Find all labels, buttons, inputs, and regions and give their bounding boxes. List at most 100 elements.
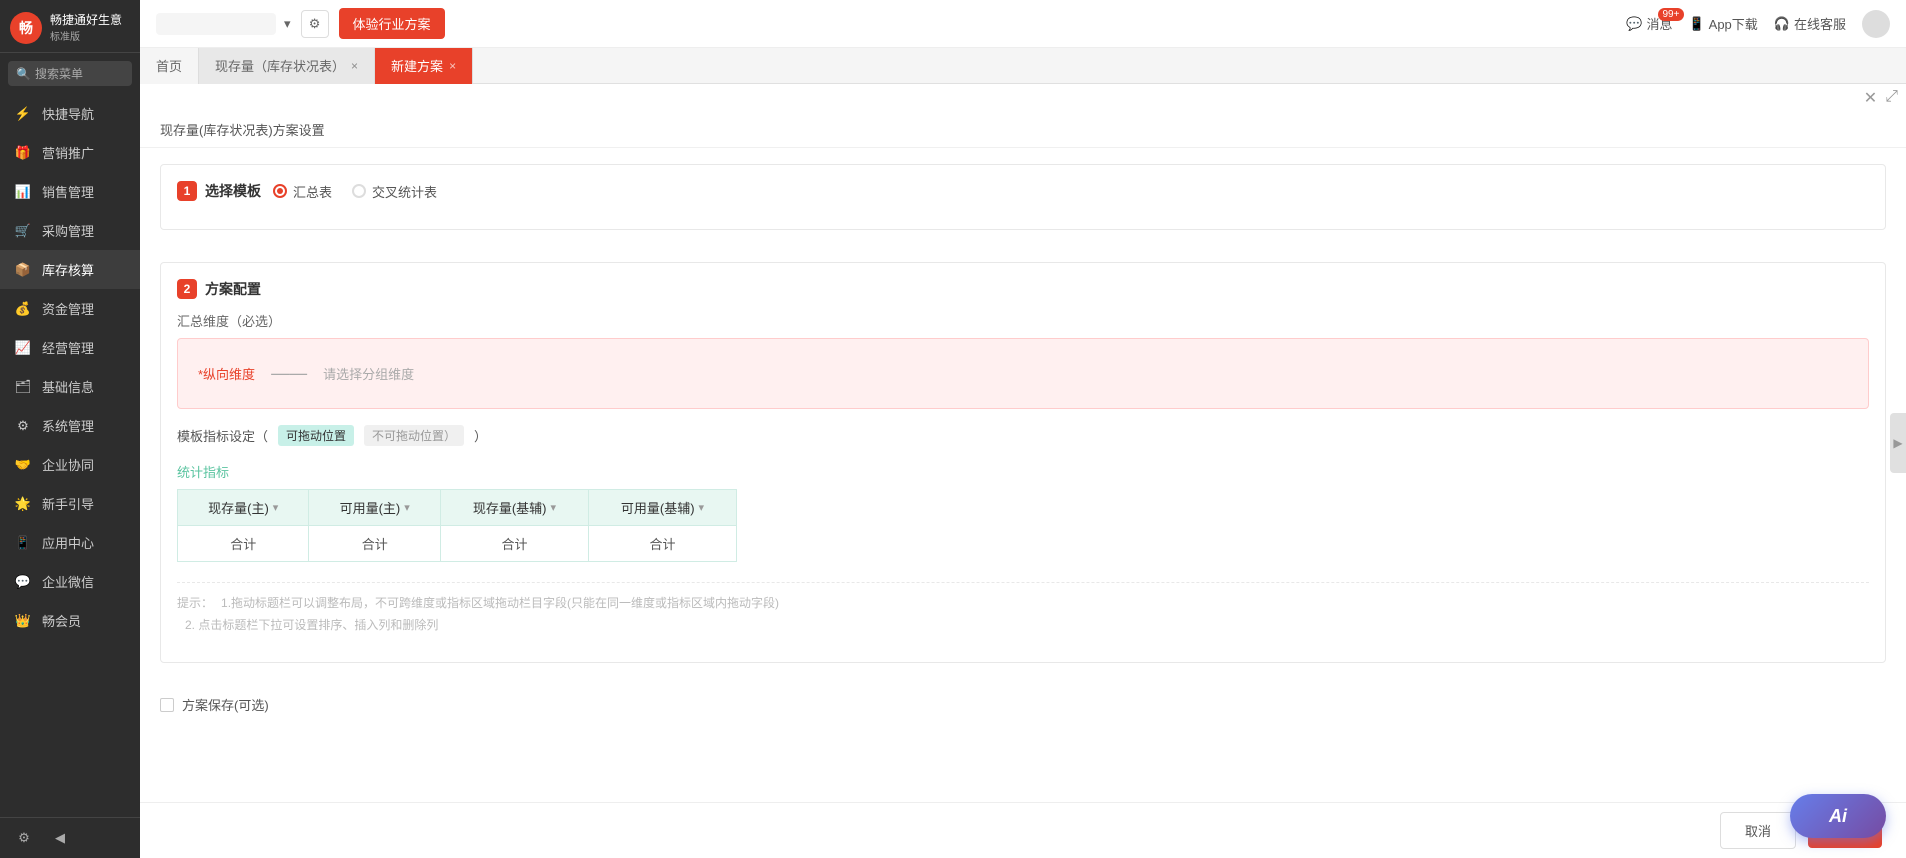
panel-header: 现存量(库存状况表)方案设置 <box>140 108 1906 148</box>
tab-new-scheme-close-icon[interactable]: × <box>449 59 456 73</box>
tab-inventory-status[interactable]: 现存量（库存状况表） × <box>199 48 375 84</box>
tab-inventory-label: 现存量（库存状况表） <box>215 56 345 75</box>
sidebar-item-system[interactable]: ⚙ 系统管理 <box>0 406 140 445</box>
sidebar-item-quick-nav[interactable]: ⚡ 快捷导航 <box>0 94 140 133</box>
user-avatar[interactable] <box>1862 10 1890 38</box>
col0-label: 现存量(主) <box>208 498 269 517</box>
sidebar-item-label: 基础信息 <box>42 377 94 396</box>
save-checkbox-row: 方案保存(可选) <box>160 695 1886 714</box>
stats-col-header-0[interactable]: 现存量(主) ▾ <box>178 490 309 526</box>
save-checkbox-label: 方案保存(可选) <box>182 695 269 714</box>
tips-area: 提示： 1.拖动标题栏可以调整布局，不可跨维度或指标区域拖动栏目字段(只能在同一… <box>177 582 1869 646</box>
sidebar-item-label: 销售管理 <box>42 182 94 201</box>
collapse-footer-icon[interactable]: ◀ <box>50 828 70 848</box>
col3-arrow-icon: ▾ <box>699 501 705 514</box>
sidebar-item-basics[interactable]: 🗂 基础信息 <box>0 367 140 406</box>
online-service-button[interactable]: 🎧 在线客服 <box>1774 14 1846 33</box>
sidebar-item-wechat[interactable]: 💬 企业微信 <box>0 562 140 601</box>
app-name-block: 畅捷通好生意 标准版 <box>50 13 122 44</box>
logo-icon: 畅 <box>10 12 42 44</box>
sidebar-footer: ⚙ ◀ <box>0 817 140 858</box>
dropdown-arrow-icon: ▾ <box>284 16 291 32</box>
col2-dropdown[interactable]: 现存量(基辅) ▾ <box>473 498 556 517</box>
panel-close-icon[interactable]: ✕ <box>1864 88 1877 108</box>
enterprise-icon: 🤝 <box>14 456 32 474</box>
online-service-label: 在线客服 <box>1794 14 1846 33</box>
sidebar-item-label: 系统管理 <box>42 416 94 435</box>
system-icon: ⚙ <box>14 417 32 435</box>
sidebar-item-sales[interactable]: 📊 销售管理 <box>0 172 140 211</box>
industry-solution-button[interactable]: 体验行业方案 <box>339 8 445 39</box>
dimension-area[interactable]: *纵向维度 —— 请选择分组维度 <box>177 338 1869 409</box>
topbar: ▾ ⚙ 体验行业方案 💬 消息 99+ 📱 App下载 🎧 在线客服 <box>140 0 1906 48</box>
stats-col-header-2[interactable]: 现存量(基辅) ▾ <box>440 490 588 526</box>
guide-icon: 🌟 <box>14 495 32 513</box>
col3-dropdown[interactable]: 可用量(基辅) ▾ <box>621 498 704 517</box>
radio-summary-circle <box>273 184 287 198</box>
ai-float-button[interactable]: Ai <box>1790 794 1886 838</box>
radio-cross-circle <box>352 184 366 198</box>
message-icon: 💬 <box>1626 16 1642 32</box>
radio-cross-label: 交叉统计表 <box>372 182 437 201</box>
panel-close-row: ✕ ⤢ <box>140 84 1906 108</box>
dimension-divider: —— <box>271 363 307 384</box>
aggregate-dim-label: 汇总维度（必选） <box>177 311 1869 330</box>
stats-title: 统计指标 <box>177 462 1869 481</box>
topbar-left: ▾ ⚙ 体验行业方案 <box>156 8 445 39</box>
sidebar-item-inventory[interactable]: 📦 库存核算 <box>0 250 140 289</box>
sidebar-item-guide[interactable]: 🌟 新手引导 <box>0 484 140 523</box>
tab-new-scheme-label: 新建方案 <box>391 56 443 75</box>
stats-section: 统计指标 现存量(主) ▾ <box>177 462 1869 562</box>
topbar-search-input[interactable] <box>156 13 276 35</box>
side-expand-button[interactable]: ▶ <box>1890 413 1906 473</box>
sidebar-item-finance[interactable]: 💰 资金管理 <box>0 289 140 328</box>
section1-title: 1 选择模板 汇总表 交叉统计表 <box>177 181 1869 201</box>
section-step2: 2 方案配置 汇总维度（必选） *纵向维度 —— 请选择分组维度 模板指标设定（… <box>160 262 1886 663</box>
tab-home[interactable]: 首页 <box>140 48 199 84</box>
tip-1-num: 提示： <box>177 593 213 615</box>
tab-new-scheme[interactable]: 新建方案 × <box>375 48 473 84</box>
bottom-bar: 取消 查询 <box>140 802 1906 858</box>
step1-badge: 1 <box>177 181 197 201</box>
col0-dropdown[interactable]: 现存量(主) ▾ <box>208 498 278 517</box>
message-button[interactable]: 💬 消息 99+ <box>1626 14 1672 33</box>
tab-inventory-close-icon[interactable]: × <box>351 59 358 73</box>
topbar-gear-button[interactable]: ⚙ <box>301 10 329 38</box>
stats-col-header-1[interactable]: 可用量(主) ▾ <box>309 490 440 526</box>
dimension-placeholder-text: 请选择分组维度 <box>323 364 414 383</box>
sidebar-item-marketing[interactable]: 🎁 营销推广 <box>0 133 140 172</box>
sidebar-search[interactable]: 🔍 搜索菜单 <box>8 61 132 86</box>
col0-arrow-icon: ▾ <box>273 501 279 514</box>
app-edition: 标准版 <box>50 28 122 43</box>
ai-label: Ai <box>1829 806 1847 827</box>
radio-summary-label: 汇总表 <box>293 182 332 201</box>
stats-col-header-3[interactable]: 可用量(基辅) ▾ <box>588 490 736 526</box>
app-center-icon: 📱 <box>14 534 32 552</box>
tip-2-text: 2. 点击标题栏下拉可设置排序、插入列和删除列 <box>185 615 438 637</box>
sidebar-item-operations[interactable]: 📈 经营管理 <box>0 328 140 367</box>
col1-dropdown[interactable]: 可用量(主) ▾ <box>340 498 410 517</box>
dimension-required-star: *纵向维度 <box>198 364 255 383</box>
basics-icon: 🗂 <box>14 378 32 396</box>
sidebar-item-app-center[interactable]: 📱 应用中心 <box>0 523 140 562</box>
panel-expand-icon[interactable]: ⤢ <box>1885 88 1898 108</box>
sidebar-item-label: 应用中心 <box>42 533 94 552</box>
tip-1-text: 1.拖动标题栏可以调整布局，不可跨维度或指标区域拖动栏目字段(只能在同一维度或指… <box>221 593 779 615</box>
sidebar-item-purchase[interactable]: 🛒 采购管理 <box>0 211 140 250</box>
finance-icon: 💰 <box>14 300 32 318</box>
radio-summary-table[interactable]: 汇总表 <box>273 182 332 201</box>
radio-cross-table[interactable]: 交叉统计表 <box>352 182 437 201</box>
cancel-button[interactable]: 取消 <box>1720 812 1796 849</box>
section2-title: 2 方案配置 <box>177 279 1869 299</box>
topbar-dropdown[interactable]: ▾ <box>284 16 291 32</box>
sidebar-item-member[interactable]: 👑 畅会员 <box>0 601 140 640</box>
sidebar-item-enterprise[interactable]: 🤝 企业协同 <box>0 445 140 484</box>
app-download-button[interactable]: 📱 App下载 <box>1688 14 1757 33</box>
save-checkbox[interactable] <box>160 698 174 712</box>
col1-arrow-icon: ▾ <box>404 501 410 514</box>
settings-footer-icon[interactable]: ⚙ <box>14 828 34 848</box>
stats-cell-2: 合计 <box>440 526 588 562</box>
marketing-icon: 🎁 <box>14 144 32 162</box>
sidebar-item-label: 采购管理 <box>42 221 94 240</box>
sidebar-search-label: 搜索菜单 <box>35 65 83 82</box>
